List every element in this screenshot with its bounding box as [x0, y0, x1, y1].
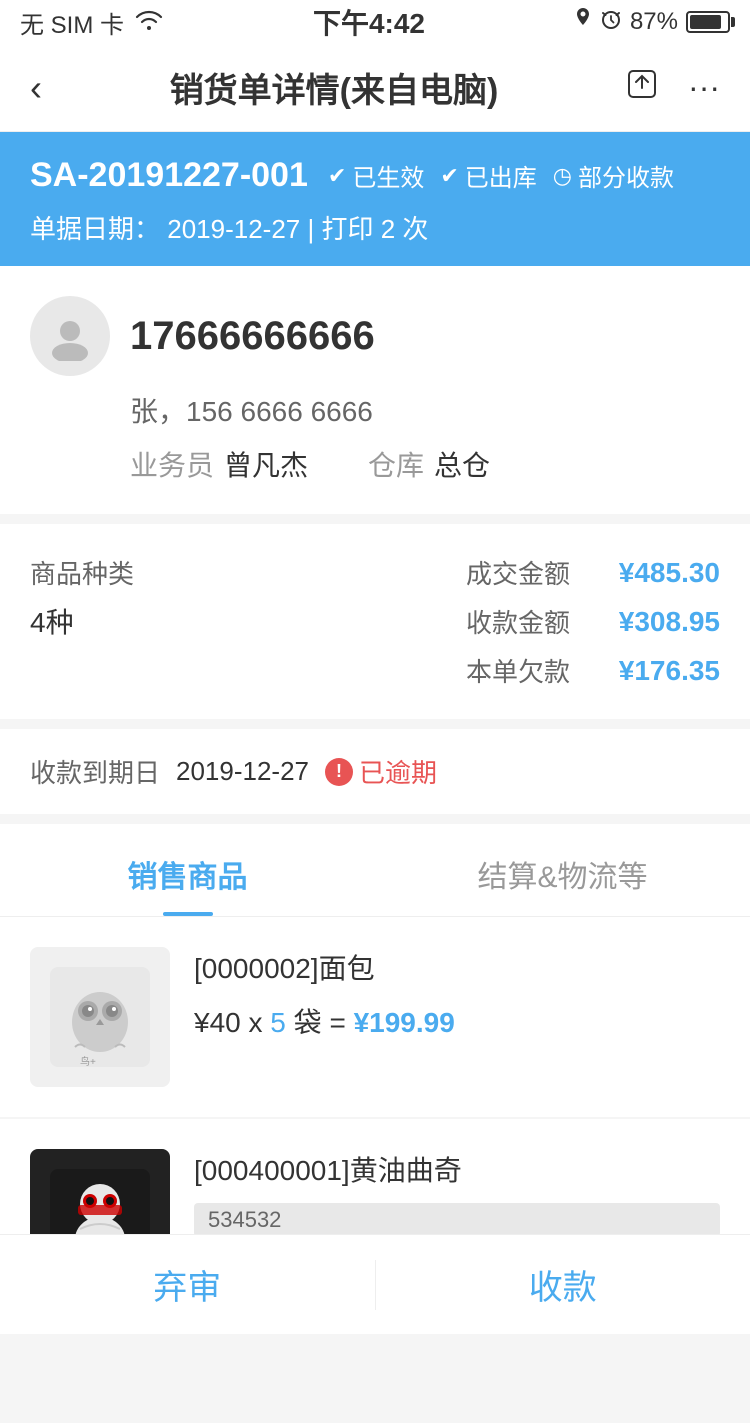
debt-label: 本单欠款 — [466, 652, 570, 689]
status-badges: ✔ 已生效 ✔ 已出库 ◷ 部分收款 — [328, 158, 674, 193]
svg-text:鸟+: 鸟+ — [80, 1055, 96, 1067]
status-text-out: 已出库 — [465, 158, 537, 193]
location-icon — [574, 8, 592, 37]
tab-settlement[interactable]: 结算&物流等 — [375, 824, 750, 916]
summary-section: 商品种类 4种 成交金额 ¥485.30 收款金额 ¥308.95 本单欠款 ¥… — [0, 524, 750, 729]
order-banner: SA-20191227-001 ✔ 已生效 ✔ 已出库 ◷ 部分收款 单据日期：… — [0, 132, 750, 266]
amount-row: 成交金额 ¥485.30 — [466, 554, 720, 591]
avatar — [30, 296, 110, 376]
warehouse-item: 仓库 总仓 — [368, 444, 490, 484]
summary-left: 商品种类 4种 — [30, 554, 134, 641]
price-total-1: ¥199.99 — [354, 1007, 455, 1038]
due-label: 收款到期日 — [30, 753, 160, 790]
meta-date-label: 单据日期： — [30, 214, 160, 244]
sales-value: 曾凡杰 — [224, 444, 308, 484]
check-icon-1: ✔ — [328, 163, 346, 189]
cancel-review-button[interactable]: 弃审 — [0, 1240, 375, 1329]
battery-percent: 87% — [630, 8, 678, 36]
sales-label: 业务员 — [130, 444, 214, 484]
back-button[interactable]: ‹ — [30, 67, 42, 109]
product-name-2: [000400001]黄油曲奇 — [194, 1149, 720, 1189]
status-bar: 无 SIM 卡 下午4:42 87% — [0, 0, 750, 44]
bottom-bar: 弃审 收款 — [0, 1234, 750, 1334]
customer-detail: 业务员 曾凡杰 仓库 总仓 — [130, 444, 720, 484]
type-count: 4种 — [30, 601, 134, 641]
nav-actions: ··· — [626, 68, 720, 108]
product-item: 鸟+ [0000002]面包 ¥40 x 5 袋 = ¥199.99 — [0, 917, 750, 1117]
collect-button[interactable]: 收款 — [376, 1240, 750, 1329]
received-value: ¥308.95 — [590, 606, 720, 638]
status-right: 87% — [574, 8, 730, 37]
overdue-badge: ! 已逾期 — [325, 753, 437, 790]
tab-sales-products[interactable]: 销售商品 — [0, 824, 375, 916]
type-label: 商品种类 — [30, 554, 134, 591]
debt-row: 本单欠款 ¥176.35 — [466, 652, 720, 689]
battery-fill — [690, 15, 721, 29]
warehouse-label: 仓库 — [368, 444, 424, 484]
carrier-text: 无 SIM 卡 — [20, 5, 124, 40]
overdue-text: 已逾期 — [359, 753, 437, 790]
nav-bar: ‹ 销货单详情(来自电脑) ··· — [0, 44, 750, 132]
share-icon[interactable] — [626, 68, 658, 108]
order-banner-top: SA-20191227-001 ✔ 已生效 ✔ 已出库 ◷ 部分收款 — [30, 156, 720, 195]
status-badge-partial: ◷ 部分收款 — [553, 158, 674, 193]
customer-sub: 张，156 6666 6666 — [130, 390, 720, 430]
amount-label: 成交金额 — [466, 554, 570, 591]
status-badge-out: ✔ 已出库 — [440, 158, 536, 193]
meta-separator: | — [307, 214, 321, 244]
customer-top: 17666666666 — [30, 296, 720, 376]
order-meta: 单据日期： 2019-12-27 | 打印 2 次 — [30, 209, 720, 246]
more-icon[interactable]: ··· — [688, 69, 720, 106]
received-row: 收款金额 ¥308.95 — [466, 603, 720, 640]
status-text-effected: 已生效 — [352, 158, 424, 193]
page-title: 销货单详情(来自电脑) — [170, 63, 499, 112]
due-section: 收款到期日 2019-12-27 ! 已逾期 — [0, 729, 750, 824]
meta-print: 打印 2 次 — [321, 214, 428, 244]
due-date: 2019-12-27 — [176, 756, 309, 787]
status-time: 下午4:42 — [313, 2, 425, 42]
debt-value: ¥176.35 — [590, 655, 720, 687]
product-sku-2: 534532 — [194, 1203, 720, 1237]
meta-date-value: 2019-12-27 — [167, 214, 300, 244]
check-icon-2: ✔ — [440, 163, 458, 189]
clock-icon: ◷ — [553, 163, 572, 189]
status-badge-effected: ✔ 已生效 — [328, 158, 424, 193]
summary-right: 成交金额 ¥485.30 收款金额 ¥308.95 本单欠款 ¥176.35 — [466, 554, 720, 689]
product-image-bread: 鸟+ — [30, 947, 170, 1087]
status-text-partial: 部分收款 — [578, 158, 674, 193]
product-name-1: [0000002]面包 — [194, 947, 720, 987]
customer-phone: 17666666666 — [130, 314, 375, 359]
warehouse-value: 总仓 — [434, 444, 490, 484]
status-left: 无 SIM 卡 — [20, 5, 164, 40]
product-info-1: [0000002]面包 ¥40 x 5 袋 = ¥199.99 — [194, 947, 720, 1041]
order-id: SA-20191227-001 — [30, 156, 308, 195]
battery-icon — [686, 11, 730, 33]
wifi-icon — [134, 8, 164, 37]
tabs: 销售商品 结算&物流等 — [0, 824, 750, 916]
price-qty-1: 5 — [270, 1007, 286, 1038]
sales-item: 业务员 曾凡杰 — [130, 444, 308, 484]
customer-section: 17666666666 张，156 6666 6666 业务员 曾凡杰 仓库 总… — [0, 266, 750, 524]
received-label: 收款金额 — [466, 603, 570, 640]
tabs-section: 销售商品 结算&物流等 — [0, 824, 750, 917]
alarm-icon — [600, 8, 622, 37]
amount-value: ¥485.30 — [590, 557, 720, 589]
overdue-icon: ! — [325, 758, 353, 786]
product-price-1: ¥40 x 5 袋 = ¥199.99 — [194, 1001, 720, 1041]
